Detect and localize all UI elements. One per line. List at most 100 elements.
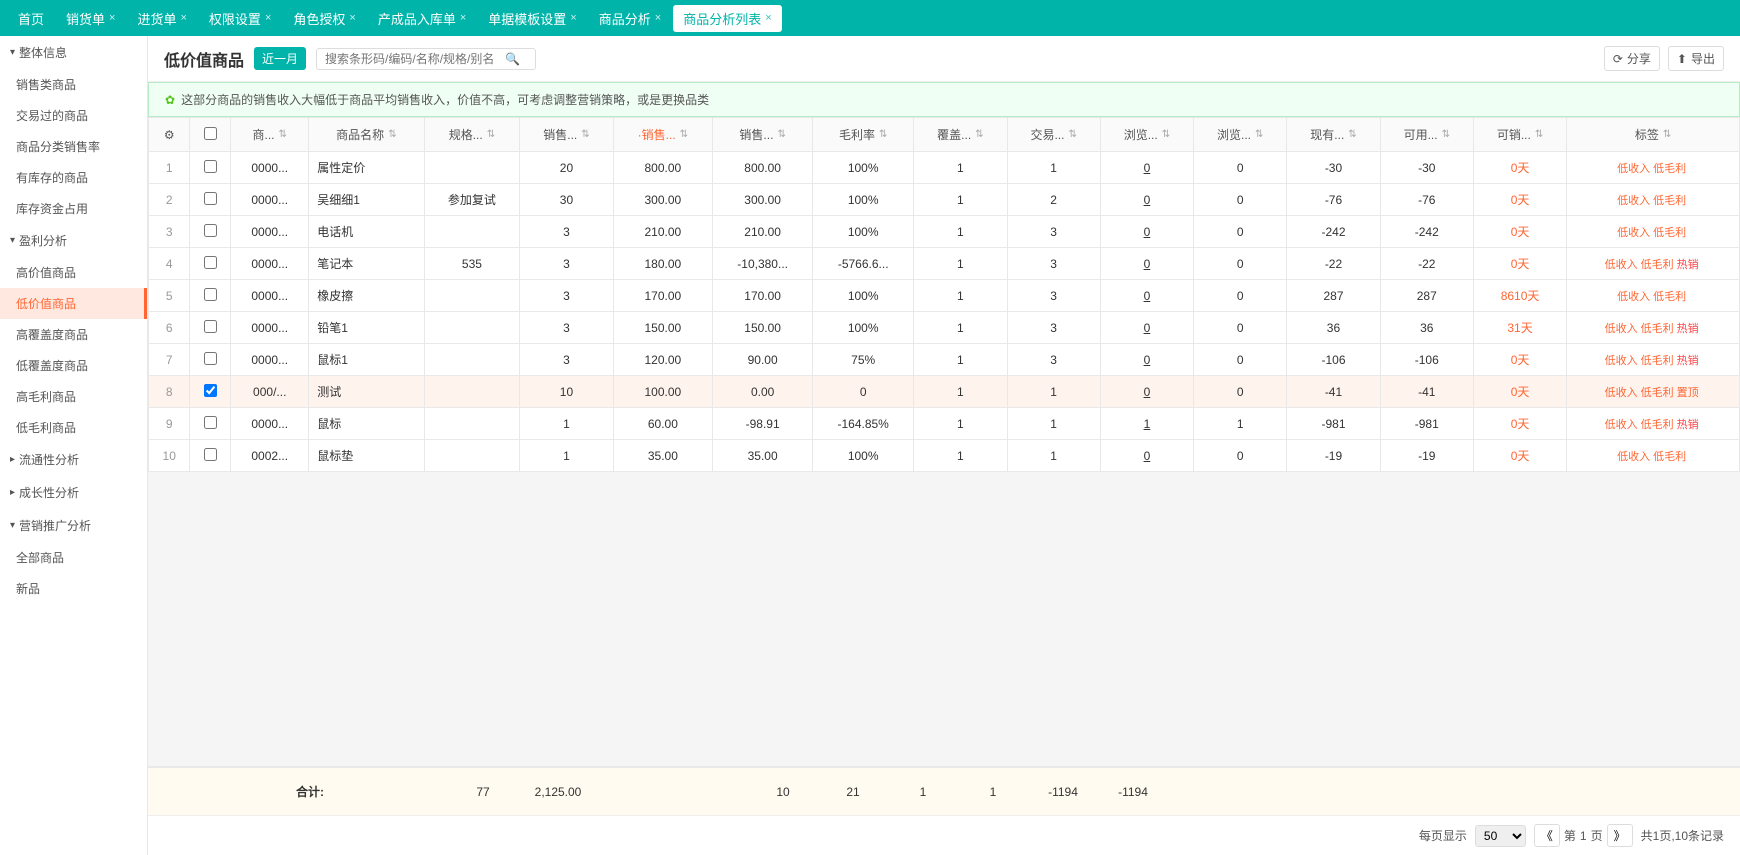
th-checkbox[interactable]	[190, 118, 231, 152]
cell-view1[interactable]: 0	[1100, 312, 1193, 344]
sidebar-item-low-value[interactable]: 低价值商品	[0, 288, 147, 319]
cell-checkbox[interactable]	[190, 248, 231, 280]
nav-roles[interactable]: 角色授权 ×	[283, 5, 365, 32]
sidebar-item-all-goods[interactable]: 全部商品	[0, 542, 147, 573]
sort-name[interactable]: ⇅	[388, 129, 396, 140]
nav-permissions[interactable]: 权限设置 ×	[199, 5, 281, 32]
period-button[interactable]: 近一月	[254, 47, 306, 70]
nav-close-products[interactable]: ×	[460, 12, 466, 24]
nav-goods-analysis[interactable]: 商品分析 ×	[589, 5, 671, 32]
cell-view1[interactable]: 0	[1100, 216, 1193, 248]
search-input[interactable]	[325, 52, 505, 66]
sidebar-item-high-margin[interactable]: 高毛利商品	[0, 381, 147, 412]
view1-link[interactable]: 0	[1144, 385, 1151, 399]
row-checkbox-8[interactable]	[204, 416, 217, 429]
view1-link[interactable]: 0	[1144, 257, 1151, 271]
nav-close-permissions[interactable]: ×	[265, 12, 271, 24]
nav-close-template[interactable]: ×	[570, 12, 576, 24]
settings-icon[interactable]: ⚙	[164, 128, 175, 142]
nav-template[interactable]: 单据模板设置 ×	[478, 5, 586, 32]
nav-close-sales[interactable]: ×	[109, 12, 115, 24]
cell-checkbox[interactable]	[190, 376, 231, 408]
sort-gross-margin[interactable]: ⇅	[879, 129, 887, 140]
row-checkbox-3[interactable]	[204, 256, 217, 269]
sort-view2[interactable]: ⇅	[1255, 129, 1263, 140]
sidebar-item-low-coverage[interactable]: 低覆盖度商品	[0, 350, 147, 381]
nav-goods-list[interactable]: 商品分析列表 ×	[673, 5, 781, 32]
row-checkbox-1[interactable]	[204, 192, 217, 205]
row-checkbox-5[interactable]	[204, 320, 217, 333]
cell-checkbox[interactable]	[190, 312, 231, 344]
sidebar-item-category-sales-rate[interactable]: 商品分类销售率	[0, 131, 147, 162]
view1-link[interactable]: 0	[1144, 193, 1151, 207]
cell-checkbox[interactable]	[190, 216, 231, 248]
view1-link[interactable]: 0	[1144, 449, 1151, 463]
cell-view1[interactable]: 0	[1100, 376, 1193, 408]
view1-link[interactable]: 0	[1144, 353, 1151, 367]
first-page-button[interactable]: 《	[1534, 824, 1560, 847]
sort-tags[interactable]: ⇅	[1663, 129, 1671, 140]
view1-link[interactable]: 1	[1144, 417, 1151, 431]
sort-view1[interactable]: ⇅	[1162, 129, 1170, 140]
sort-trade[interactable]: ⇅	[1068, 129, 1076, 140]
cell-checkbox[interactable]	[190, 152, 231, 184]
sort-coverage[interactable]: ⇅	[975, 129, 983, 140]
nav-close-purchase[interactable]: ×	[180, 12, 186, 24]
cell-view1[interactable]: 0	[1100, 152, 1193, 184]
sidebar-item-high-coverage[interactable]: 高覆盖度商品	[0, 319, 147, 350]
cell-checkbox[interactable]	[190, 440, 231, 472]
sidebar-item-stock-goods[interactable]: 有库存的商品	[0, 162, 147, 193]
cell-view1[interactable]: 0	[1100, 344, 1193, 376]
row-checkbox-9[interactable]	[204, 448, 217, 461]
view1-link[interactable]: 0	[1144, 289, 1151, 303]
cell-checkbox[interactable]	[190, 184, 231, 216]
sidebar-section-liquidity[interactable]: ▸ 流通性分析	[0, 443, 147, 476]
sidebar-item-inventory-capital[interactable]: 库存资金占用	[0, 193, 147, 224]
cell-view1[interactable]: 0	[1100, 440, 1193, 472]
cell-view1[interactable]: 1	[1100, 408, 1193, 440]
row-checkbox-6[interactable]	[204, 352, 217, 365]
nav-home[interactable]: 首页	[8, 5, 54, 32]
view1-link[interactable]: 0	[1144, 225, 1151, 239]
cell-view1[interactable]: 0	[1100, 248, 1193, 280]
nav-close-goods-list[interactable]: ×	[765, 12, 771, 24]
row-checkbox-0[interactable]	[204, 160, 217, 173]
sidebar-section-profit[interactable]: ▾ 盈利分析	[0, 224, 147, 257]
cell-checkbox[interactable]	[190, 408, 231, 440]
sort-sellable[interactable]: ⇅	[1535, 129, 1543, 140]
th-settings[interactable]: ⚙	[149, 118, 190, 152]
cell-checkbox[interactable]	[190, 280, 231, 312]
sort-qty[interactable]: ⇅	[581, 129, 589, 140]
view1-link[interactable]: 0	[1144, 321, 1151, 335]
nav-close-goods-analysis[interactable]: ×	[655, 12, 661, 24]
sidebar-item-low-margin[interactable]: 低毛利商品	[0, 412, 147, 443]
sort-spec[interactable]: ⇅	[487, 129, 495, 140]
sidebar-section-growth[interactable]: ▸ 成长性分析	[0, 476, 147, 509]
row-checkbox-4[interactable]	[204, 288, 217, 301]
cell-checkbox[interactable]	[190, 344, 231, 376]
sort-available[interactable]: ⇅	[1442, 129, 1450, 140]
export-button[interactable]: ⬆ 导出	[1668, 46, 1724, 71]
view1-link[interactable]: 0	[1144, 161, 1151, 175]
sidebar-section-marketing[interactable]: ▾ 营销推广分析	[0, 509, 147, 542]
sort-avg-price[interactable]: ⇅	[777, 129, 785, 140]
next-page-button[interactable]: 》	[1607, 824, 1633, 847]
sidebar-item-sales-goods[interactable]: 销售类商品	[0, 69, 147, 100]
sort-amount[interactable]: ⇅	[680, 129, 688, 140]
nav-purchase[interactable]: 进货单 ×	[127, 5, 196, 32]
row-checkbox-7[interactable]	[204, 384, 217, 397]
nav-close-roles[interactable]: ×	[349, 12, 355, 24]
row-checkbox-2[interactable]	[204, 224, 217, 237]
select-all-checkbox[interactable]	[204, 127, 217, 140]
sidebar-item-high-value[interactable]: 高价值商品	[0, 257, 147, 288]
sidebar-item-traded-goods[interactable]: 交易过的商品	[0, 100, 147, 131]
cell-view1[interactable]: 0	[1100, 184, 1193, 216]
search-icon[interactable]: 🔍	[505, 52, 520, 66]
nav-sales[interactable]: 销货单 ×	[56, 5, 125, 32]
sidebar-section-overall[interactable]: ▾ 整体信息	[0, 36, 147, 69]
nav-products[interactable]: 产成品入库单 ×	[368, 5, 476, 32]
cell-view1[interactable]: 0	[1100, 280, 1193, 312]
share-button[interactable]: ⟳ 分享	[1604, 46, 1660, 71]
sidebar-item-new-goods[interactable]: 新品	[0, 573, 147, 604]
sort-current[interactable]: ⇅	[1348, 129, 1356, 140]
